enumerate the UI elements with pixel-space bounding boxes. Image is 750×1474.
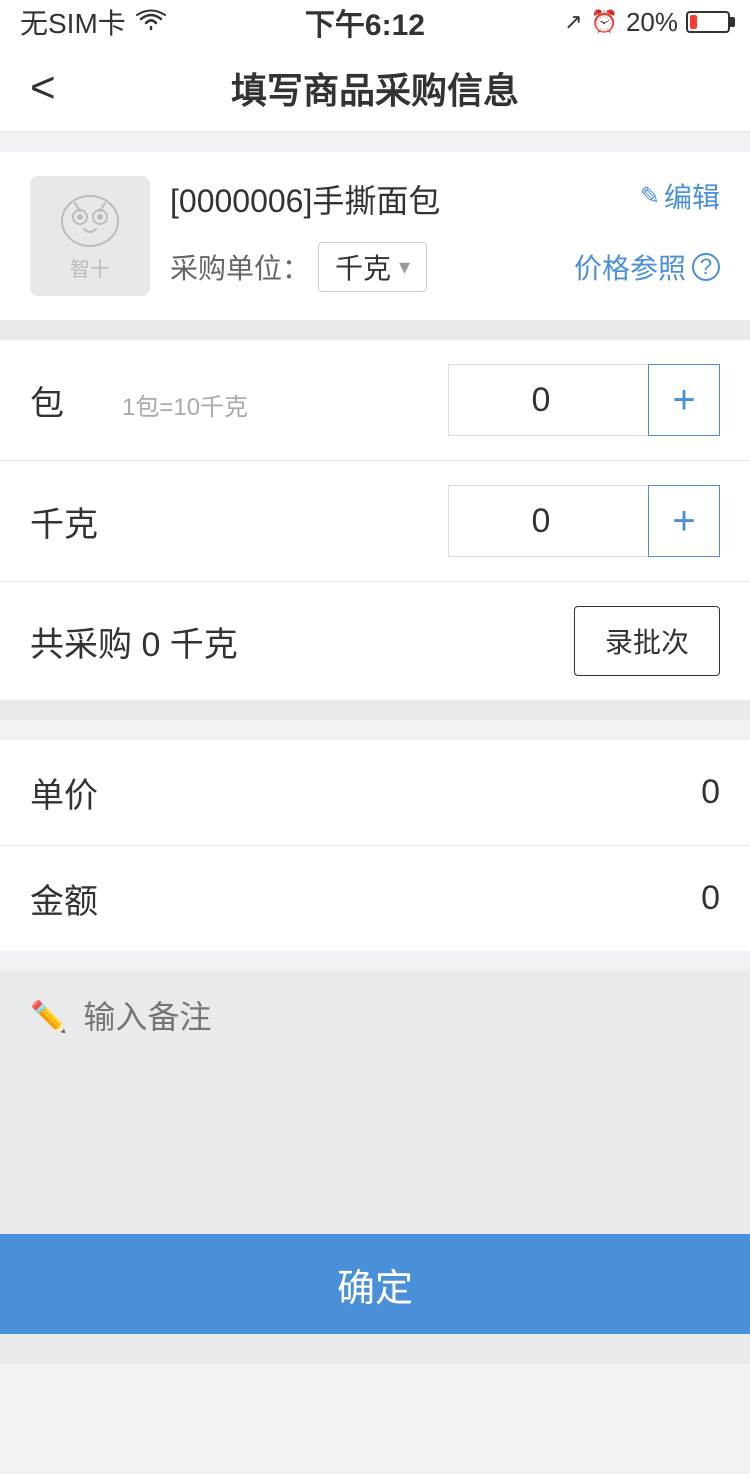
- product-info: [0000006]手撕面包 ✎ 编辑 采购单位： 千克 ▾ 价格参照: [170, 176, 720, 292]
- product-card: 智十 [0000006]手撕面包 ✎ 编辑 采购单位： 千克 ▾: [0, 152, 750, 320]
- nav-bar: < 填写商品采购信息: [0, 44, 750, 132]
- pack-plus-button[interactable]: +: [648, 364, 720, 436]
- alarm-icon: ⏰: [591, 9, 618, 35]
- notes-section: ✏️: [0, 971, 750, 1064]
- status-bar: 无SIM卡 下午6:12 ↗ ⏰ 20%: [0, 0, 750, 44]
- price-ref-button[interactable]: 价格参照 ?: [574, 247, 720, 287]
- kg-input-box: +: [130, 485, 720, 557]
- location-icon: ↗: [564, 9, 582, 35]
- product-header: [0000006]手撕面包 ✎ 编辑: [170, 176, 720, 222]
- status-right: ↗ ⏰ 20%: [564, 7, 730, 38]
- input-section: 包 1包=10千克 + 千克 +: [0, 340, 750, 582]
- pack-label: 包: [30, 376, 110, 425]
- product-logo: 智十: [55, 191, 125, 282]
- unit-price-row: 单价 0: [0, 740, 750, 846]
- battery-percent: 20%: [626, 7, 678, 38]
- pack-input-row: 包 1包=10千克 +: [0, 340, 750, 461]
- page-title: 填写商品采购信息: [231, 62, 519, 114]
- pack-input[interactable]: [448, 364, 648, 436]
- unit-price-value: 0: [701, 773, 720, 812]
- unit-label: 采购单位：: [170, 247, 310, 287]
- product-image: 智十: [30, 176, 150, 296]
- section-divider-1: [0, 320, 750, 340]
- detail-section: 单价 0 金额 0: [0, 740, 750, 951]
- carrier-text: 无SIM卡: [20, 2, 126, 42]
- amount-row: 金额 0: [0, 846, 750, 951]
- notes-input[interactable]: [83, 999, 720, 1036]
- status-left: 无SIM卡: [20, 2, 166, 42]
- wifi-icon: [136, 6, 166, 38]
- pencil-icon: ✏️: [30, 1000, 67, 1035]
- confirm-button[interactable]: 确定: [0, 1234, 750, 1334]
- product-name: [0000006]手撕面包: [170, 176, 440, 222]
- kg-input[interactable]: [448, 485, 648, 557]
- batch-button[interactable]: 录批次: [574, 606, 720, 676]
- unit-row: 采购单位： 千克 ▾ 价格参照 ?: [170, 242, 720, 292]
- section-divider-2: [0, 700, 750, 720]
- status-time: 下午6:12: [305, 0, 425, 44]
- pack-input-box: +: [268, 364, 720, 436]
- amount-value: 0: [701, 879, 720, 918]
- kg-plus-button[interactable]: +: [648, 485, 720, 557]
- back-button[interactable]: <: [30, 63, 56, 113]
- battery-fill: [690, 15, 697, 29]
- price-ref-help-icon: ?: [692, 253, 720, 281]
- total-summary: 共采购 0 千克: [30, 617, 238, 666]
- summary-row: 共采购 0 千克 录批次: [0, 582, 750, 700]
- battery-icon: [686, 11, 730, 33]
- pack-sublabel: 1包=10千克: [122, 387, 248, 422]
- unit-price-label: 单价: [30, 768, 98, 817]
- edit-button[interactable]: ✎ 编辑: [640, 176, 720, 216]
- kg-label: 千克: [30, 497, 110, 546]
- amount-label: 金额: [30, 874, 98, 923]
- unit-select[interactable]: 千克 ▾: [318, 242, 427, 292]
- kg-input-row: 千克 +: [0, 461, 750, 582]
